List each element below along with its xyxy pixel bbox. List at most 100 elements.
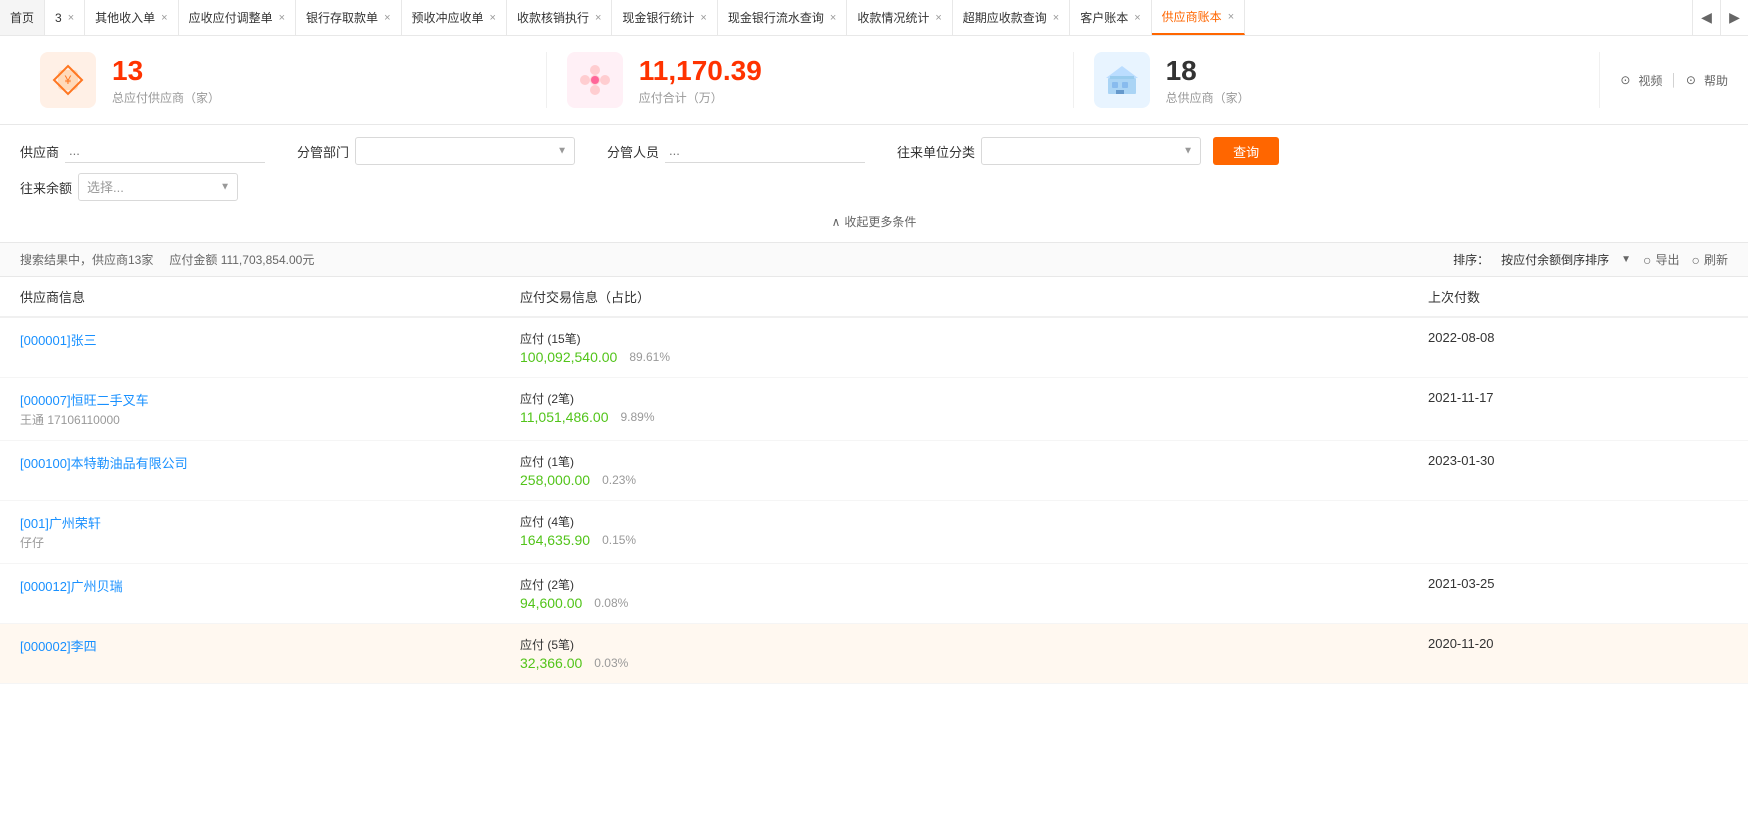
dept-filter: 分管部门 ▼ [297, 137, 575, 165]
trans-amount-row: 100,092,540.00 89.61% [520, 349, 1428, 365]
supplier-name-link[interactable]: [000002]李四 [20, 639, 97, 654]
supplier-info-cell: [000002]李四 [20, 636, 520, 655]
last-payment-date: 2023-01-30 [1428, 453, 1495, 468]
trans-amount-link[interactable]: 11,051,486.00 [520, 409, 609, 425]
category-select[interactable] [981, 137, 1201, 165]
close-payment-exec-icon[interactable]: × [595, 12, 601, 24]
trans-amount-row: 164,635.90 0.15% [520, 532, 1428, 548]
close-bank-deposit-icon[interactable]: × [384, 12, 390, 24]
total-suppliers-icon [1094, 52, 1150, 108]
balance-filter-label: 往来余额 [20, 178, 72, 197]
nav-payment-exec[interactable]: 收款核销执行 × [507, 0, 612, 35]
total-suppliers-label: 总供应商（家） [1166, 89, 1250, 106]
nav-customer-ledger[interactable]: 客户账本 × [1070, 0, 1151, 35]
payable-suppliers-icon: ¥ [40, 52, 96, 108]
nav-supplier-ledger[interactable]: 供应商账本 × [1152, 0, 1245, 35]
supplier-info-cell: [001]广州荣轩 仔仔 [20, 513, 520, 551]
table-row: [000001]张三 应付 (15笔) 100,092,540.00 89.61… [0, 318, 1748, 378]
filter-row-2: 往来余额 选择... ▼ [20, 173, 1728, 201]
last-payment-date: 2021-11-17 [1428, 390, 1494, 405]
trans-amount-link[interactable]: 258,000.00 [520, 472, 590, 488]
trans-percent: 9.89% [621, 410, 655, 424]
nav-ar-ap-adjust[interactable]: 应收应付调整单 × [179, 0, 296, 35]
close-cash-flow-icon[interactable]: × [830, 12, 836, 24]
balance-filter: 往来余额 选择... ▼ [20, 173, 238, 201]
supplier-info-cell: [000007]恒旺二手叉车 王通 17106110000 [20, 390, 520, 428]
trans-amount-link[interactable]: 94,600.00 [520, 595, 582, 611]
export-button[interactable]: ○ 导出 [1643, 251, 1679, 268]
transaction-info-cell: 应付 (5笔) 32,366.00 0.03% [520, 636, 1428, 671]
trans-percent: 89.61% [629, 350, 670, 364]
supplier-info-cell: [000001]张三 [20, 330, 520, 349]
nav-arrow-right[interactable]: ▶ [1720, 0, 1748, 36]
top-navigation: 首页 3 × 其他收入单 × 应收应付调整单 × 银行存取款单 × 预收冲应收单… [0, 0, 1748, 36]
nav-prepay-offset-label: 预收冲应收单 [412, 9, 484, 26]
nav-cash-flow[interactable]: 现金银行流水查询 × [718, 0, 847, 35]
nav-receipt-stat-label: 收款情况统计 [857, 9, 929, 26]
nav-other-income-label: 其他收入单 [95, 9, 155, 26]
search-button[interactable]: 查询 [1213, 137, 1279, 165]
trans-amount-row: 94,600.00 0.08% [520, 595, 1428, 611]
col-supplier-info: 供应商信息 [20, 287, 520, 306]
supplier-info-cell: [000100]本特勒油品有限公司 [20, 453, 520, 472]
table-row: [000100]本特勒油品有限公司 应付 (1笔) 258,000.00 0.2… [0, 441, 1748, 501]
supplier-name-link[interactable]: [001]广州荣轩 [20, 516, 101, 531]
filter-row-1: 供应商 分管部门 ▼ 分管人员 往来单位分类 ▼ 查询 [20, 137, 1728, 165]
table-header-row: 供应商信息 应付交易信息（占比） 上次付数 [0, 277, 1748, 318]
nav-cash-bank-stat[interactable]: 现金银行统计 × [612, 0, 717, 35]
video-link[interactable]: 视频 [1638, 72, 1662, 89]
close-supplier-ledger-icon[interactable]: × [1228, 11, 1234, 23]
dept-select[interactable] [355, 137, 575, 165]
nav-tab-3[interactable]: 3 × [45, 0, 85, 35]
collapse-up-icon: ∧ [832, 215, 841, 229]
supplier-table: 供应商信息 应付交易信息（占比） 上次付数 [000001]张三 应付 (15笔… [0, 277, 1748, 813]
result-actions: 排序： 按应付余额倒序排序 ▼ ○ 导出 ○ 刷新 [1453, 251, 1728, 268]
supplier-name-link[interactable]: [000001]张三 [20, 333, 97, 348]
nav-home-label: 首页 [10, 9, 34, 26]
trans-percent: 0.23% [602, 473, 636, 487]
amount-text: 应付金额 111,703,854.00元 [169, 251, 314, 268]
trans-label: 应付 (2笔) [520, 390, 1428, 407]
trans-label: 应付 (2笔) [520, 576, 1428, 593]
close-other-income-icon[interactable]: × [161, 12, 167, 24]
close-overdue-query-icon[interactable]: × [1053, 12, 1059, 24]
close-prepay-offset-icon[interactable]: × [490, 12, 496, 24]
total-payable-icon [567, 52, 623, 108]
nav-prepay-offset[interactable]: 预收冲应收单 × [402, 0, 507, 35]
nav-receipt-stat[interactable]: 收款情况统计 × [847, 0, 952, 35]
close-tab-3-icon[interactable]: × [68, 12, 74, 24]
close-receipt-stat-icon[interactable]: × [935, 12, 941, 24]
nav-home[interactable]: 首页 [0, 0, 45, 35]
last-payment-cell: 2020-11-20 [1428, 636, 1728, 651]
trans-amount-link[interactable]: 100,092,540.00 [520, 349, 617, 365]
supplier-name-link[interactable]: [000100]本特勒油品有限公司 [20, 456, 188, 471]
nav-arrow-left[interactable]: ◀ [1692, 0, 1720, 36]
supplier-filter-label: 供应商 [20, 142, 59, 161]
nav-other-income[interactable]: 其他收入单 × [85, 0, 178, 35]
close-customer-ledger-icon[interactable]: × [1134, 12, 1140, 24]
trans-amount-link[interactable]: 164,635.90 [520, 532, 590, 548]
last-payment-cell: 2021-03-25 [1428, 576, 1728, 591]
help-link[interactable]: 帮助 [1704, 72, 1728, 89]
trans-label: 应付 (5笔) [520, 636, 1428, 653]
nav-overdue-query[interactable]: 超期应收款查询 × [953, 0, 1070, 35]
person-input[interactable] [665, 139, 865, 163]
close-cash-bank-stat-icon[interactable]: × [700, 12, 706, 24]
trans-label: 应付 (1笔) [520, 453, 1428, 470]
sort-value[interactable]: 按应付余额倒序排序 [1501, 251, 1609, 268]
nav-tab-3-label: 3 [55, 11, 62, 25]
supplier-input[interactable] [65, 139, 265, 163]
trans-amount-link[interactable]: 32,366.00 [520, 655, 582, 671]
balance-select[interactable]: 选择... [78, 173, 238, 201]
supplier-name-link[interactable]: [000012]广州贝瑞 [20, 579, 123, 594]
refresh-button[interactable]: ○ 刷新 [1692, 251, 1728, 268]
person-filter: 分管人员 [607, 139, 865, 163]
close-ar-ap-adjust-icon[interactable]: × [279, 12, 285, 24]
last-payment-cell: 2021-11-17 [1428, 390, 1728, 405]
supplier-name-link[interactable]: [000007]恒旺二手叉车 [20, 393, 149, 408]
supplier-sub-info: 王通 17106110000 [20, 411, 520, 428]
nav-bank-deposit[interactable]: 银行存取款单 × [296, 0, 401, 35]
table-row: [000002]李四 应付 (5笔) 32,366.00 0.03% 2020-… [0, 624, 1748, 684]
payable-suppliers-count: 13 [112, 54, 220, 88]
collapse-button[interactable]: ∧ 收起更多条件 [20, 209, 1728, 234]
